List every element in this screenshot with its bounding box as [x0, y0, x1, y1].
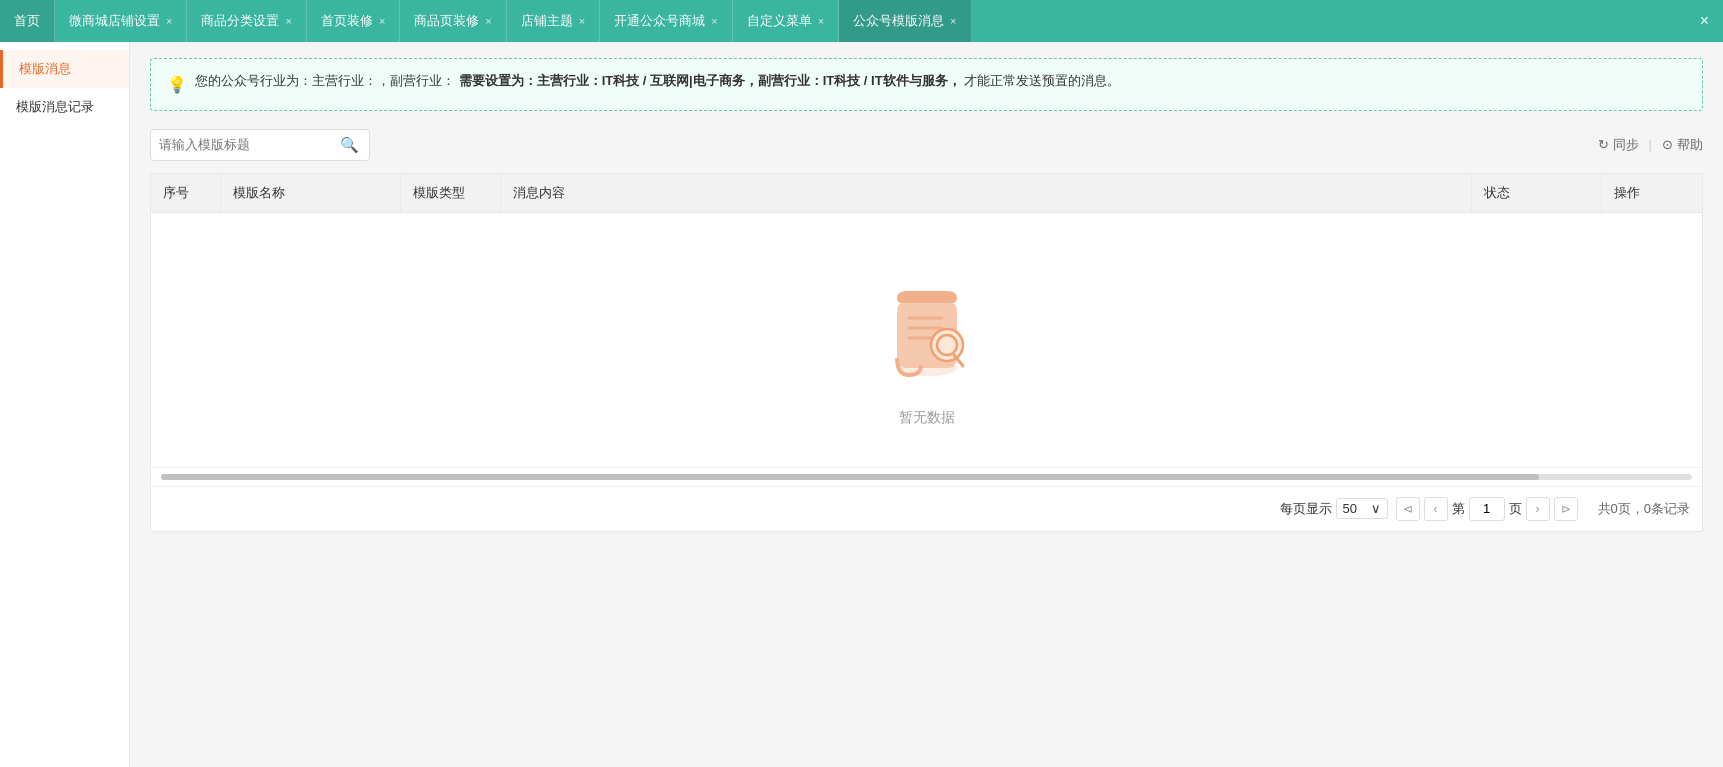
notice-icon: 💡 [167, 72, 187, 98]
top-navigation: 首页 微商城店铺设置 × 商品分类设置 × 首页装修 × 商品页装修 × 店铺主… [0, 0, 1723, 42]
notice-highlight: 需要设置为：主营行业：IT科技 / 互联网|电子商务，副营行业：IT科技 / I… [459, 73, 961, 88]
first-page-button[interactable]: ⊲ [1396, 497, 1420, 521]
total-info: 共0页，0条记录 [1598, 500, 1690, 518]
close-all-tabs-button[interactable]: × [1686, 0, 1723, 42]
empty-icon [867, 273, 987, 393]
page-size-dropdown[interactable]: 50 ∨ [1336, 498, 1388, 519]
nav-tab-custom-menu-label: 自定义菜单 [747, 12, 812, 30]
notice-box: 💡 您的公众号行业为：主营行业：，副营行业： 需要设置为：主营行业：IT科技 /… [150, 58, 1703, 111]
page-size-value: 50 [1343, 501, 1357, 516]
close-product-decor-icon[interactable]: × [485, 15, 491, 27]
nav-tab-home-decor[interactable]: 首页装修 × [307, 0, 400, 42]
th-type: 模版类型 [401, 174, 501, 212]
search-button[interactable]: 🔍 [338, 136, 361, 154]
prev-page-icon: ‹ [1434, 502, 1438, 516]
close-custom-menu-icon[interactable]: × [818, 15, 824, 27]
nav-tab-open-mall[interactable]: 开通公众号商城 × [600, 0, 732, 42]
page-size-label: 每页显示 [1280, 500, 1332, 518]
th-name: 模版名称 [221, 174, 401, 212]
nav-tab-template-msg[interactable]: 公众号模版消息 × [839, 0, 971, 42]
nav-tab-home-label: 首页 [14, 12, 40, 30]
last-page-icon: ⊳ [1561, 502, 1571, 516]
nav-tab-product-decor[interactable]: 商品页装修 × [400, 0, 506, 42]
empty-state: 暂无数据 [151, 213, 1702, 467]
empty-text: 暂无数据 [899, 409, 955, 427]
nav-tab-shop-settings[interactable]: 微商城店铺设置 × [55, 0, 187, 42]
sidebar-item-template-msg-log-label: 模版消息记录 [16, 99, 94, 114]
first-page-icon: ⊲ [1403, 502, 1413, 516]
page-unit: 页 [1509, 500, 1522, 518]
sync-icon: ↻ [1598, 137, 1609, 152]
close-shop-settings-icon[interactable]: × [166, 15, 172, 27]
sidebar-item-template-msg-log[interactable]: 模版消息记录 [0, 88, 129, 126]
toolbar-right: ↻ 同步 | ⊙ 帮助 [1598, 136, 1703, 154]
scroll-thumb[interactable] [161, 474, 1539, 480]
sync-button[interactable]: ↻ 同步 [1598, 136, 1639, 154]
nav-tab-product-category[interactable]: 商品分类设置 × [187, 0, 306, 42]
th-status: 状态 [1472, 174, 1602, 212]
nav-tab-shop-settings-label: 微商城店铺设置 [69, 12, 160, 30]
main-layout: 模版消息 模版消息记录 💡 您的公众号行业为：主营行业：，副营行业： 需要设置为… [0, 42, 1723, 767]
nav-tab-custom-menu[interactable]: 自定义菜单 × [733, 0, 839, 42]
sync-label: 同步 [1613, 136, 1639, 154]
notice-suffix: 才能正常发送预置的消息。 [964, 73, 1120, 88]
next-page-button[interactable]: › [1526, 497, 1550, 521]
pagination: 每页显示 50 ∨ ⊲ ‹ 第 页 [151, 486, 1702, 531]
nav-tab-product-decor-label: 商品页装修 [414, 12, 479, 30]
search-input[interactable] [159, 137, 338, 152]
main-content: 💡 您的公众号行业为：主营行业：，副营行业： 需要设置为：主营行业：IT科技 /… [130, 42, 1723, 767]
notice-text: 您的公众号行业为：主营行业：，副营行业： 需要设置为：主营行业：IT科技 / 互… [195, 71, 1120, 92]
th-seq: 序号 [151, 174, 221, 212]
search-bar: 🔍 ↻ 同步 | ⊙ 帮助 [150, 129, 1703, 161]
search-icon: 🔍 [340, 136, 359, 153]
sidebar: 模版消息 模版消息记录 [0, 42, 130, 767]
page-size-select: 每页显示 50 ∨ [1280, 498, 1388, 519]
nav-tab-shop-theme[interactable]: 店铺主题 × [507, 0, 600, 42]
nav-tab-shop-theme-label: 店铺主题 [521, 12, 573, 30]
page-prefix: 第 [1452, 500, 1465, 518]
page-nav: ⊲ ‹ 第 页 › ⊳ [1396, 497, 1578, 521]
close-open-mall-icon[interactable]: × [711, 15, 717, 27]
scroll-track [161, 474, 1692, 480]
close-home-decor-icon[interactable]: × [379, 15, 385, 27]
nav-tab-open-mall-label: 开通公众号商城 [614, 12, 705, 30]
help-button[interactable]: ⊙ 帮助 [1662, 136, 1703, 154]
sidebar-item-template-msg-label: 模版消息 [19, 61, 71, 76]
th-action: 操作 [1602, 174, 1702, 212]
nav-tab-home-decor-label: 首页装修 [321, 12, 373, 30]
page-input[interactable] [1469, 497, 1505, 521]
chevron-down-icon: ∨ [1371, 501, 1381, 516]
table-header: 序号 模版名称 模版类型 消息内容 状态 操作 [151, 174, 1702, 213]
help-label: 帮助 [1677, 136, 1703, 154]
nav-tab-home[interactable]: 首页 [0, 0, 55, 42]
close-shop-theme-icon[interactable]: × [579, 15, 585, 27]
toolbar-divider: | [1649, 137, 1652, 152]
sidebar-item-template-msg[interactable]: 模版消息 [0, 50, 129, 88]
notice-prefix: 您的公众号行业为：主营行业：，副营行业： [195, 73, 455, 88]
next-page-icon: › [1536, 502, 1540, 516]
data-table: 序号 模版名称 模版类型 消息内容 状态 操作 [150, 173, 1703, 532]
close-template-msg-icon[interactable]: × [950, 15, 956, 27]
scroll-bar-area[interactable] [151, 467, 1702, 486]
prev-page-button[interactable]: ‹ [1424, 497, 1448, 521]
search-input-wrap[interactable]: 🔍 [150, 129, 370, 161]
nav-tab-product-category-label: 商品分类设置 [201, 12, 279, 30]
th-content: 消息内容 [501, 174, 1472, 212]
nav-tab-template-msg-label: 公众号模版消息 [853, 12, 944, 30]
close-product-category-icon[interactable]: × [285, 15, 291, 27]
help-icon: ⊙ [1662, 137, 1673, 152]
last-page-button[interactable]: ⊳ [1554, 497, 1578, 521]
